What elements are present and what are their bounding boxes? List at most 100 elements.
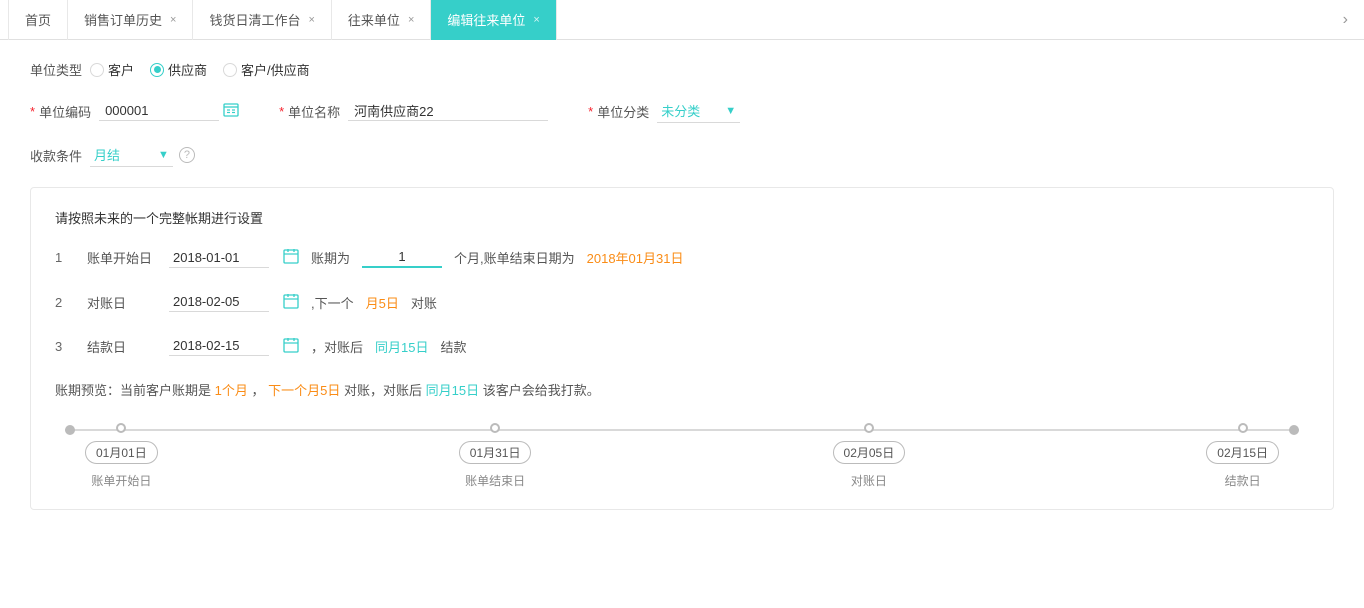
preview-part2: 下一个月5日 — [268, 383, 340, 398]
payment-terms-arrow: ▼ — [158, 149, 169, 161]
radio-customer[interactable]: 客户 — [90, 60, 134, 79]
unit-code-input[interactable] — [99, 101, 219, 121]
row-num-3: 3 — [55, 339, 75, 354]
main-content: 单位类型 客户 供应商 客户/供应商 * 单位编码 — [0, 40, 1364, 608]
payment-terms-select[interactable]: 月结 ▼ — [90, 143, 173, 167]
unit-name-item: * 单位名称 — [279, 101, 548, 121]
tab-sales-history[interactable]: 销售订单历史 × — [68, 0, 193, 40]
radio-customer-label: 客户 — [108, 60, 134, 79]
help-icon[interactable]: ? — [179, 147, 195, 163]
tab-home[interactable]: 首页 — [8, 0, 68, 40]
node-dot-2 — [490, 423, 500, 433]
node-dot-1 — [116, 423, 126, 433]
bill-start-desc-before: 账期为 — [311, 248, 350, 267]
tab-partner-close[interactable]: × — [408, 14, 414, 26]
reconcile-label: 对账日 — [87, 293, 157, 312]
payment-label: 结款日 — [87, 337, 157, 356]
bill-start-calendar-icon[interactable] — [283, 248, 299, 267]
radio-customer-circle — [90, 63, 104, 77]
timeline-container: 01月01日 账单开始日 01月31日 账单结束日 02月05日 对账日 — [55, 423, 1309, 489]
unit-type-label: 单位类型 — [30, 60, 82, 79]
timeline-nodes: 01月01日 账单开始日 01月31日 账单结束日 02月05日 对账日 — [65, 423, 1299, 489]
unit-category-item: * 单位分类 未分类 ▼ — [588, 99, 740, 123]
unit-code-label: 单位编码 — [39, 102, 91, 121]
tab-bar: 首页 销售订单历史 × 钱货日清工作台 × 往来单位 × 编辑往来单位 × › — [0, 0, 1364, 40]
unit-code-required: * — [30, 104, 35, 119]
unit-category-label: 单位分类 — [597, 102, 649, 121]
unit-category-select[interactable]: 未分类 ▼ — [657, 99, 740, 123]
payment-highlight: 同月15日 — [375, 337, 428, 356]
node-label-4: 结款日 — [1225, 472, 1261, 489]
payment-date-input[interactable] — [169, 336, 269, 356]
unit-category-value: 未分类 — [661, 101, 721, 120]
reconcile-calendar-icon[interactable] — [283, 293, 299, 312]
timeline-node-1: 01月01日 账单开始日 — [85, 423, 158, 489]
tab-partner[interactable]: 往来单位 × — [332, 0, 431, 40]
payment-terms-value: 月结 — [94, 145, 154, 164]
radio-customer-supplier-circle — [223, 63, 237, 77]
node-label-3: 对账日 — [851, 472, 887, 489]
settings-section: 请按照未来的一个完整帐期进行设置 1 账单开始日 账期为 个月,账单结束日期为 … — [30, 187, 1334, 510]
radio-supplier-circle — [150, 63, 164, 77]
tab-sales-history-close[interactable]: × — [170, 14, 176, 26]
payment-terms-label: 收款条件 — [30, 146, 82, 165]
timeline-node-2: 01月31日 账单结束日 — [459, 423, 532, 489]
bill-start-desc-after: 个月,账单结束日期为 — [454, 248, 575, 267]
unit-type-row: 单位类型 客户 供应商 客户/供应商 — [30, 60, 1334, 79]
tab-cash-work[interactable]: 钱货日清工作台 × — [193, 0, 331, 40]
unit-type-radio-group: 客户 供应商 客户/供应商 — [90, 60, 310, 79]
reconcile-row: 2 对账日 ,下一个 月5日 对账 — [55, 292, 1309, 312]
row-num-2: 2 — [55, 295, 75, 310]
node-date-2: 01月31日 — [459, 441, 532, 464]
tab-more-button[interactable]: › — [1335, 11, 1356, 29]
radio-supplier[interactable]: 供应商 — [150, 60, 207, 79]
reconcile-desc-after: 对账 — [411, 293, 437, 312]
unit-name-input[interactable] — [348, 101, 548, 121]
unit-name-required: * — [279, 104, 284, 119]
unit-code-item: * 单位编码 — [30, 101, 239, 121]
node-date-1: 01月01日 — [85, 441, 158, 464]
bill-start-row: 1 账单开始日 账期为 个月,账单结束日期为 2018年01月31日 — [55, 247, 1309, 268]
unit-category-arrow: ▼ — [725, 105, 736, 117]
reconcile-highlight: 月5日 — [366, 293, 399, 312]
preview-mid2: 对账，对账后 — [344, 383, 422, 398]
tab-edit-partner[interactable]: 编辑往来单位 × — [431, 0, 556, 40]
month-input[interactable] — [362, 247, 442, 268]
reconcile-date-input[interactable] — [169, 292, 269, 312]
unit-code-icon[interactable] — [223, 102, 239, 121]
preview-mid1: ， — [252, 383, 265, 398]
bill-end-date: 2018年01月31日 — [587, 248, 684, 267]
preview-section: 账期预览：当前客户账期是 1个月 ， 下一个月5日 对账，对账后 同月15日 该… — [55, 380, 1309, 399]
unit-type-item: 单位类型 客户 供应商 客户/供应商 — [30, 60, 310, 79]
timeline-node-4: 02月15日 结款日 — [1206, 423, 1279, 489]
radio-customer-supplier[interactable]: 客户/供应商 — [223, 60, 310, 79]
unit-info-row: * 单位编码 * 单位名称 * 单位分类 未分 — [30, 99, 1334, 123]
node-dot-4 — [1238, 423, 1248, 433]
preview-part3: 同月15日 — [426, 383, 479, 398]
timeline-node-3: 02月05日 对账日 — [833, 423, 906, 489]
row-num-1: 1 — [55, 250, 75, 265]
reconcile-desc-before: ,下一个 — [311, 293, 354, 312]
preview-part1: 1个月 — [215, 383, 248, 398]
section-title: 请按照未来的一个完整帐期进行设置 — [55, 208, 1309, 227]
preview-prefix: 账期预览：当前客户账期是 — [55, 383, 211, 398]
node-date-4: 02月15日 — [1206, 441, 1279, 464]
unit-name-label: 单位名称 — [288, 102, 340, 121]
node-date-3: 02月05日 — [833, 441, 906, 464]
node-dot-3 — [864, 423, 874, 433]
radio-customer-supplier-label: 客户/供应商 — [241, 60, 310, 79]
unit-category-required: * — [588, 104, 593, 119]
payment-row: 3 结款日 ，对账后 同月15日 结款 — [55, 336, 1309, 356]
node-label-2: 账单结束日 — [465, 472, 525, 489]
payment-calendar-icon[interactable] — [283, 337, 299, 356]
preview-suffix: 该客户会给我打款。 — [483, 383, 600, 398]
node-label-1: 账单开始日 — [91, 472, 151, 489]
payment-desc-after: 结款 — [440, 337, 466, 356]
bill-start-label: 账单开始日 — [87, 248, 157, 267]
tab-edit-partner-close[interactable]: × — [533, 14, 539, 26]
bill-start-date-input[interactable] — [169, 248, 269, 268]
payment-terms-item: 收款条件 月结 ▼ ? — [30, 143, 195, 167]
tab-cash-work-close[interactable]: × — [308, 14, 314, 26]
payment-terms-row: 收款条件 月结 ▼ ? — [30, 143, 1334, 167]
payment-desc-before: ，对账后 — [311, 337, 363, 356]
